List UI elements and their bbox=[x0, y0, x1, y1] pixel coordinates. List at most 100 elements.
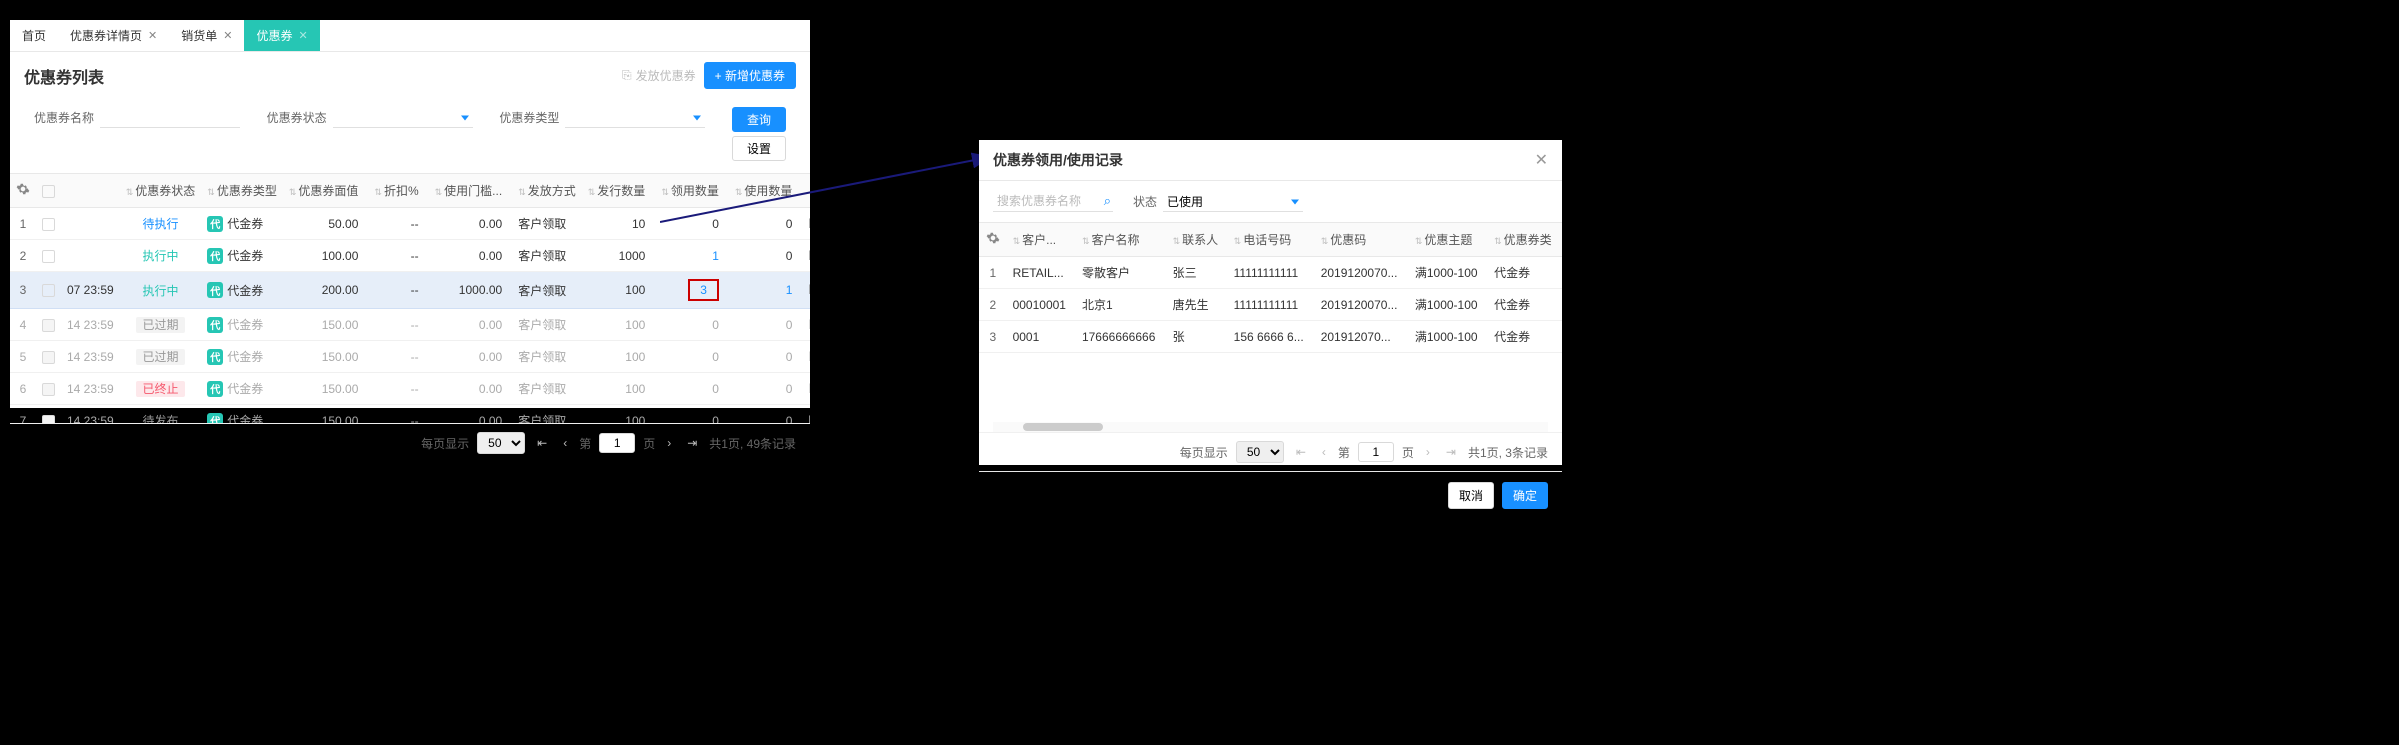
table-row[interactable]: 1 待执行 代代金券 50.00 -- 0.00 客户领取 10 0 0 ⇱▦ bbox=[10, 208, 810, 240]
table-row[interactable]: 1 RETAIL... 零散客户 张三 11111111111 20191200… bbox=[979, 257, 1562, 289]
gear-icon[interactable] bbox=[16, 182, 30, 196]
share-icon[interactable]: ⇱ bbox=[808, 216, 810, 232]
cell-issue: 100 bbox=[582, 405, 656, 424]
cell-used[interactable]: 1 bbox=[729, 272, 803, 309]
table-row[interactable]: 4 14 23:59 已过期 代代金券 150.00 -- 0.00 客户领取 … bbox=[10, 309, 810, 341]
row-checkbox[interactable] bbox=[36, 309, 61, 341]
table-scroll[interactable]: 优惠券状态 优惠券类型 优惠券面值 折扣% 使用门槛... 发放方式 发行数量 … bbox=[10, 173, 810, 423]
modal-search-input[interactable] bbox=[993, 191, 1113, 212]
cell-type: 代代金券 bbox=[201, 208, 283, 240]
table-row[interactable]: 7 14 23:59 待发布 代代金券 150.00 -- 0.00 客户领取 … bbox=[10, 405, 810, 424]
col-status[interactable]: 优惠券状态 bbox=[120, 174, 202, 208]
col-threshold[interactable]: 使用门槛... bbox=[429, 174, 513, 208]
share-icon[interactable]: ⇱ bbox=[808, 248, 810, 264]
col-type[interactable]: 优惠券类型 bbox=[201, 174, 283, 208]
prev-page-button[interactable]: ‹ bbox=[559, 436, 571, 450]
page-input[interactable] bbox=[1358, 442, 1394, 462]
last-page-button[interactable]: ⇥ bbox=[1442, 445, 1460, 459]
col-checkbox[interactable] bbox=[36, 174, 61, 208]
voucher-icon: 代 bbox=[207, 317, 223, 333]
next-page-button[interactable]: › bbox=[1422, 445, 1434, 459]
next-page-button[interactable]: › bbox=[663, 436, 675, 450]
tab-3[interactable]: 优惠券✕ bbox=[244, 20, 319, 51]
cell-time: 14 23:59 bbox=[61, 341, 120, 373]
last-page-button[interactable]: ⇥ bbox=[683, 436, 701, 450]
close-icon[interactable]: ✕ bbox=[148, 29, 157, 42]
cell-received[interactable]: 1 bbox=[655, 240, 729, 272]
share-icon[interactable]: ⇱ bbox=[808, 349, 810, 365]
modal-status-select[interactable] bbox=[1163, 191, 1303, 212]
table-row[interactable]: 3 07 23:59 执行中 代代金券 200.00 -- 1000.00 客户… bbox=[10, 272, 810, 309]
voucher-icon: 代 bbox=[207, 381, 223, 397]
col-method[interactable]: 发放方式 bbox=[512, 174, 582, 208]
cell-received: 0 bbox=[655, 208, 729, 240]
cell-received[interactable]: 3 bbox=[655, 272, 729, 309]
table-row[interactable]: 5 14 23:59 已过期 代代金券 150.00 -- 0.00 客户领取 … bbox=[10, 341, 810, 373]
scrollbar-thumb[interactable] bbox=[1023, 423, 1103, 431]
col-used[interactable]: 使用数量 bbox=[729, 174, 803, 208]
filter-status-select[interactable] bbox=[333, 107, 473, 128]
tab-0[interactable]: 首页 bbox=[10, 20, 58, 51]
per-page-select[interactable]: 50 bbox=[1236, 441, 1284, 463]
cell-theme: 满1000-100 bbox=[1409, 257, 1488, 289]
cell-threshold: 0.00 bbox=[429, 208, 513, 240]
modal-header: 优惠券领用/使用记录 ✕ bbox=[979, 140, 1562, 181]
cancel-button[interactable]: 取消 bbox=[1448, 482, 1494, 509]
table-row[interactable]: 3 0001 17666666666 张 156 6666 6... 20191… bbox=[979, 321, 1562, 353]
coupon-table: 优惠券状态 优惠券类型 优惠券面值 折扣% 使用门槛... 发放方式 发行数量 … bbox=[10, 173, 810, 423]
cell-issue: 10 bbox=[582, 208, 656, 240]
mcol-contact[interactable]: 联系人 bbox=[1167, 223, 1228, 257]
col-gear[interactable] bbox=[10, 174, 36, 208]
page-input[interactable] bbox=[599, 433, 635, 453]
cell-vcode: 2019120070... bbox=[1315, 257, 1409, 289]
gear-icon[interactable] bbox=[986, 231, 1000, 245]
per-page-select[interactable]: 50 bbox=[477, 432, 525, 454]
share-icon[interactable]: ⇱ bbox=[808, 381, 810, 397]
mcol-phone[interactable]: 电话号码 bbox=[1228, 223, 1315, 257]
mcol-vtype[interactable]: 优惠券类 bbox=[1488, 223, 1562, 257]
col-discount[interactable]: 折扣% bbox=[368, 174, 428, 208]
close-icon[interactable]: ✕ bbox=[299, 29, 308, 42]
add-coupon-button[interactable]: 新增优惠券 bbox=[704, 62, 796, 89]
tab-1[interactable]: 优惠券详情页✕ bbox=[58, 20, 169, 51]
row-checkbox[interactable] bbox=[36, 272, 61, 309]
search-icon[interactable]: ⌕ bbox=[1104, 193, 1111, 209]
tab-2[interactable]: 销货单✕ bbox=[169, 20, 244, 51]
horizontal-scrollbar[interactable] bbox=[993, 422, 1548, 432]
filter-name-input[interactable] bbox=[100, 107, 240, 128]
col-received[interactable]: 领用数量 bbox=[655, 174, 729, 208]
row-checkbox[interactable] bbox=[36, 208, 61, 240]
row-checkbox[interactable] bbox=[36, 373, 61, 405]
row-checkbox[interactable] bbox=[36, 240, 61, 272]
cell-phone: 11111111111 bbox=[1228, 257, 1315, 289]
row-checkbox[interactable] bbox=[36, 341, 61, 373]
table-row[interactable]: 2 执行中 代代金券 100.00 -- 0.00 客户领取 1000 1 0 … bbox=[10, 240, 810, 272]
filter-type-select[interactable] bbox=[565, 107, 705, 128]
cell-status: 执行中 bbox=[120, 240, 202, 272]
cell-face: 150.00 bbox=[283, 341, 369, 373]
share-icon[interactable]: ⇱ bbox=[808, 413, 810, 424]
mcol-vcode[interactable]: 优惠码 bbox=[1315, 223, 1409, 257]
mcol-gear[interactable] bbox=[979, 223, 1007, 257]
settings-button[interactable]: 设置 bbox=[732, 136, 786, 161]
mcol-name[interactable]: 客户名称 bbox=[1076, 223, 1167, 257]
close-icon[interactable]: ✕ bbox=[223, 29, 232, 42]
first-page-button[interactable]: ⇤ bbox=[1292, 445, 1310, 459]
share-icon[interactable]: ⇱ bbox=[808, 282, 810, 298]
mcol-code[interactable]: 客户... bbox=[1007, 223, 1076, 257]
confirm-button[interactable]: 确定 bbox=[1502, 482, 1548, 509]
first-page-button[interactable]: ⇤ bbox=[533, 436, 551, 450]
table-row[interactable]: 6 14 23:59 已终止 代代金券 150.00 -- 0.00 客户领取 … bbox=[10, 373, 810, 405]
table-row[interactable]: 2 00010001 北京1 唐先生 11111111111 201912007… bbox=[979, 289, 1562, 321]
row-checkbox[interactable] bbox=[36, 405, 61, 424]
prev-page-button[interactable]: ‹ bbox=[1318, 445, 1330, 459]
cell-actions: ⇱▦ bbox=[802, 272, 810, 309]
col-face[interactable]: 优惠券面值 bbox=[283, 174, 369, 208]
share-icon[interactable]: ⇱ bbox=[808, 317, 810, 333]
mcol-theme[interactable]: 优惠主题 bbox=[1409, 223, 1488, 257]
close-icon[interactable]: ✕ bbox=[1535, 150, 1548, 170]
search-button[interactable]: 查询 bbox=[732, 107, 786, 132]
cell-issue: 100 bbox=[582, 272, 656, 309]
checkbox-all[interactable] bbox=[42, 185, 55, 198]
col-issue[interactable]: 发行数量 bbox=[582, 174, 656, 208]
